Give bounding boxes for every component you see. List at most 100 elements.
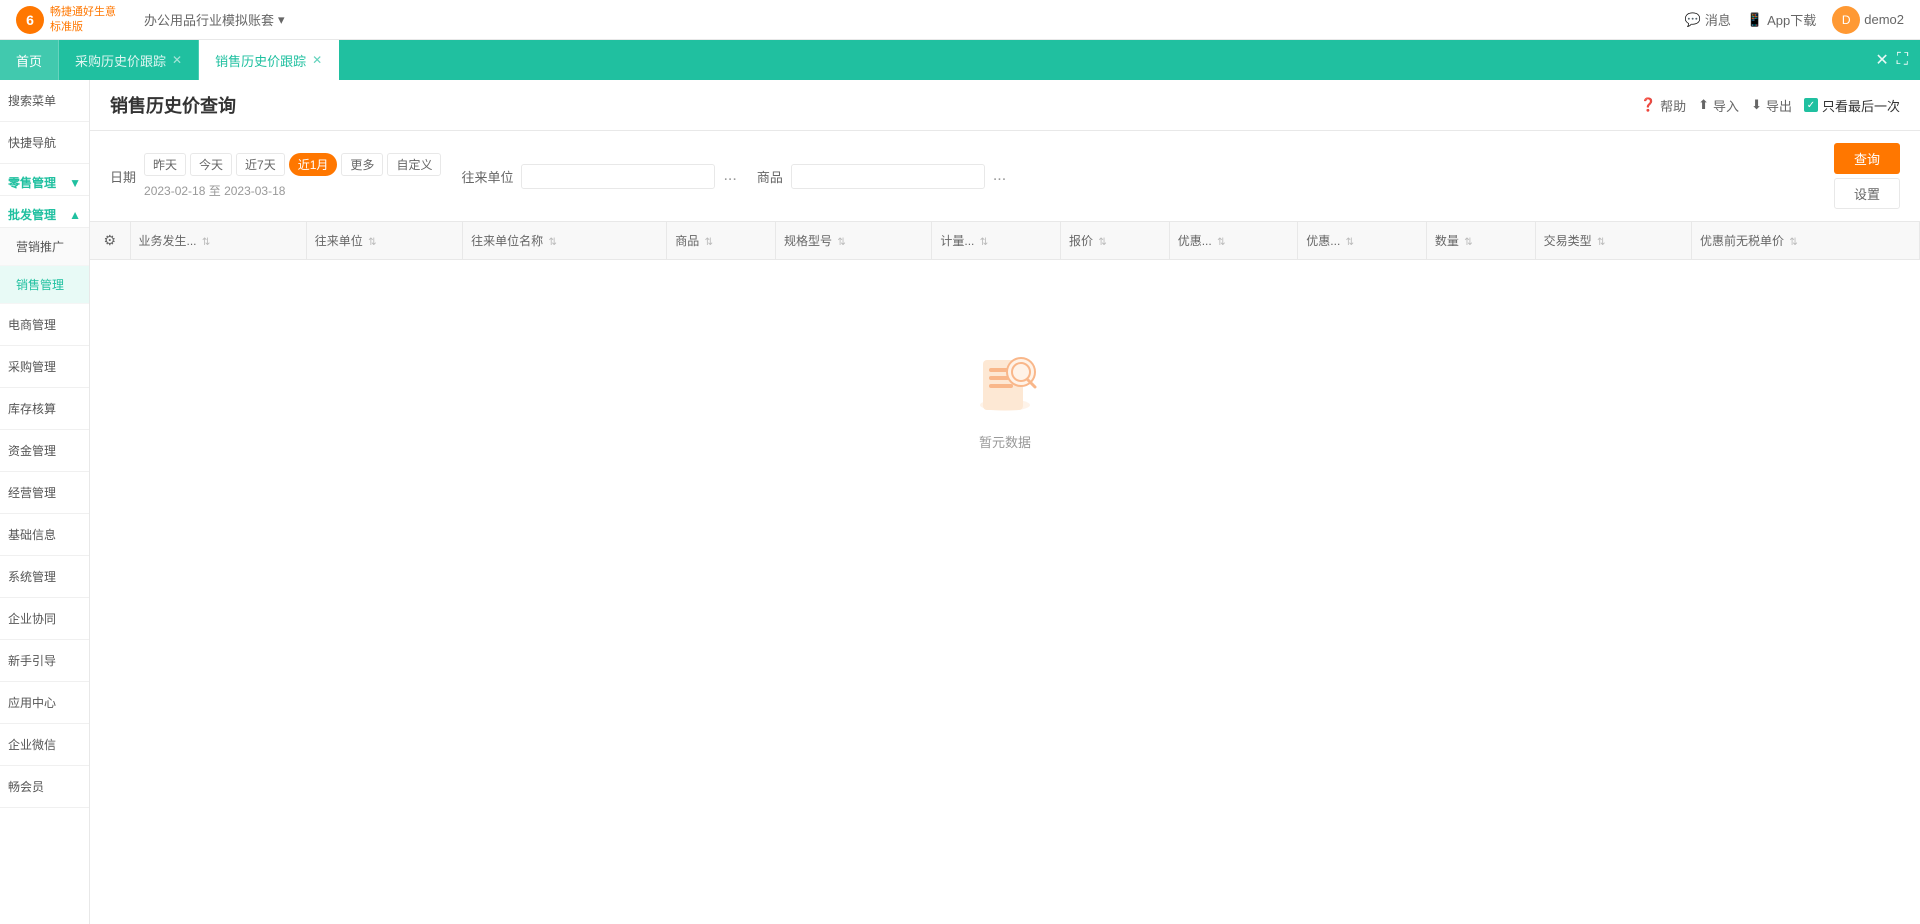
partner-filter-group: 往来单位 ... — [461, 164, 736, 189]
sidebar-item-system[interactable]: 系统管理 — [0, 556, 89, 598]
last-only-checkbox[interactable]: ✓ 只看最后一次 — [1804, 96, 1900, 115]
date-btn-today[interactable]: 今天 — [190, 153, 232, 176]
sidebar-item-sales-mgmt[interactable]: 销售管理 — [0, 266, 89, 304]
sidebar-item-purchase[interactable]: 采购管理 — [0, 346, 89, 388]
tab-home[interactable]: 首页 — [0, 40, 59, 80]
date-btn-yesterday[interactable]: 昨天 — [144, 153, 186, 176]
page-header: 销售历史价查询 ❓ 帮助 ⬆ 导入 ⬇ 导出 ✓ 只看最后一次 — [90, 80, 1920, 131]
page-actions: ❓ 帮助 ⬆ 导入 ⬇ 导出 ✓ 只看最后一次 — [1640, 96, 1900, 115]
date-btn-more[interactable]: 更多 — [341, 153, 383, 176]
col-settings[interactable]: ⚙ — [90, 222, 130, 260]
gear-icon[interactable]: ⚙ — [103, 232, 116, 248]
content-area: 销售历史价查询 ❓ 帮助 ⬆ 导入 ⬇ 导出 ✓ 只看最后一次 — [90, 80, 1920, 924]
sidebar-item-wholesale-mgmt[interactable]: 批发管理 ▲ — [0, 196, 89, 228]
sort-icon: ⇅ — [1217, 237, 1225, 248]
import-link[interactable]: ⬆ 导入 — [1698, 96, 1739, 115]
empty-illustration — [965, 340, 1045, 420]
col-quantity[interactable]: 数量 ⇅ — [1426, 222, 1535, 260]
logo-text: 畅捷通好生意 标准版 — [50, 5, 116, 34]
product-label: 商品 — [757, 167, 783, 186]
sidebar-item-marketing[interactable]: 营销推广 — [0, 228, 89, 266]
partner-label: 往来单位 — [461, 167, 513, 186]
sidebar-item-quick-nav[interactable]: 快捷导航 — [0, 122, 89, 164]
col-product[interactable]: 商品 ⇅ — [667, 222, 776, 260]
sort-icon: ⇅ — [368, 237, 376, 248]
help-icon: ❓ — [1640, 97, 1656, 113]
page-title: 销售历史价查询 — [110, 92, 236, 118]
sort-icon: ⇅ — [202, 237, 210, 248]
close-sales-tab-icon[interactable]: ✕ — [312, 53, 322, 67]
export-icon: ⬇ — [1751, 97, 1762, 113]
col-unit[interactable]: 计量... ⇅ — [932, 222, 1061, 260]
export-link[interactable]: ⬇ 导出 — [1751, 96, 1792, 115]
close-tab-button[interactable]: ✕ — [1875, 50, 1888, 70]
sidebar-item-finance[interactable]: 资金管理 — [0, 430, 89, 472]
top-bar-left: 6 畅捷通好生意 标准版 办公用品行业模拟账套 ▾ — [16, 5, 285, 34]
settings-button[interactable]: 设置 — [1834, 178, 1900, 209]
product-input[interactable] — [791, 164, 985, 189]
sidebar-item-vip[interactable]: 畅会员 — [0, 766, 89, 808]
tab-bar: 首页 采购历史价跟踪 ✕ 销售历史价跟踪 ✕ ✕ ⛶ — [0, 40, 1920, 80]
logo-area: 6 畅捷通好生意 标准版 — [16, 5, 116, 34]
sidebar-item-enterprise[interactable]: 企业协同 — [0, 598, 89, 640]
avatar: D — [1832, 6, 1860, 34]
sidebar-item-inventory[interactable]: 库存核算 — [0, 388, 89, 430]
product-filter-group: 商品 ... — [757, 164, 1006, 189]
product-dots[interactable]: ... — [993, 167, 1006, 185]
sidebar-item-operations[interactable]: 经营管理 — [0, 472, 89, 514]
checkbox-checked-icon: ✓ — [1804, 98, 1818, 112]
data-table: ⚙ 业务发生... ⇅ 往来单位 ⇅ 往来单位名称 ⇅ — [90, 222, 1920, 260]
chevron-down-icon: ▾ — [278, 12, 285, 28]
sidebar-item-wechat[interactable]: 企业微信 — [0, 724, 89, 766]
partner-dots[interactable]: ... — [723, 167, 736, 185]
tab-sales-history[interactable]: 销售历史价跟踪 ✕ — [199, 40, 339, 80]
date-buttons: 昨天 今天 近7天 近1月 更多 自定义 — [144, 153, 441, 176]
date-btn-last7days[interactable]: 近7天 — [236, 153, 285, 176]
sort-icon: ⇅ — [980, 237, 988, 248]
message-button[interactable]: 💬 消息 — [1685, 10, 1731, 29]
date-btn-last1month[interactable]: 近1月 — [289, 153, 338, 176]
col-spec[interactable]: 规格型号 ⇅ — [775, 222, 931, 260]
sidebar-item-search-menu[interactable]: 搜索菜单 — [0, 80, 89, 122]
sidebar-item-ecommerce[interactable]: 电商管理 — [0, 304, 89, 346]
chat-icon: 💬 — [1685, 12, 1701, 28]
col-biz-date[interactable]: 业务发生... ⇅ — [130, 222, 306, 260]
filter-bar: 日期 昨天 今天 近7天 近1月 更多 自定义 2023-02-18 至 202… — [90, 131, 1920, 222]
sidebar-item-basic-info[interactable]: 基础信息 — [0, 514, 89, 556]
table-container: ⚙ 业务发生... ⇅ 往来单位 ⇅ 往来单位名称 ⇅ — [90, 222, 1920, 924]
expand-button[interactable]: ⛶ — [1897, 51, 1908, 69]
app-icon: 📱 — [1747, 12, 1763, 28]
sort-icon: ⇅ — [837, 237, 845, 248]
sort-icon: ⇅ — [705, 237, 713, 248]
account-dropdown[interactable]: 办公用品行业模拟账套 ▾ — [144, 10, 285, 29]
logo-icon: 6 — [16, 6, 44, 34]
table-header: ⚙ 业务发生... ⇅ 往来单位 ⇅ 往来单位名称 ⇅ — [90, 222, 1920, 260]
app-download-button[interactable]: 📱 App下载 — [1747, 10, 1816, 29]
partner-input[interactable] — [521, 164, 715, 189]
sort-icon: ⇅ — [1597, 237, 1605, 248]
search-button[interactable]: 查询 — [1834, 143, 1900, 174]
user-menu[interactable]: D demo2 — [1832, 6, 1904, 34]
date-range-text: 2023-02-18 至 2023-03-18 — [144, 182, 441, 199]
col-trade-type[interactable]: 交易类型 ⇅ — [1535, 222, 1691, 260]
close-purchase-tab-icon[interactable]: ✕ — [172, 53, 182, 67]
col-quote[interactable]: 报价 ⇅ — [1060, 222, 1169, 260]
sidebar-item-guide[interactable]: 新手引导 — [0, 640, 89, 682]
sort-icon: ⇅ — [549, 237, 557, 248]
sort-icon: ⇅ — [1098, 237, 1106, 248]
top-bar: 6 畅捷通好生意 标准版 办公用品行业模拟账套 ▾ 💬 消息 📱 App下载 D… — [0, 0, 1920, 40]
sidebar: 搜索菜单 快捷导航 零售管理 ▼ 批发管理 ▲ 营销推广 销售管理 电商管理 采… — [0, 80, 90, 924]
col-discount-rate[interactable]: 优惠... ⇅ — [1169, 222, 1298, 260]
sidebar-item-retail-mgmt[interactable]: 零售管理 ▼ — [0, 164, 89, 196]
help-link[interactable]: ❓ 帮助 — [1640, 96, 1686, 115]
main-area: 搜索菜单 快捷导航 零售管理 ▼ 批发管理 ▲ 营销推广 销售管理 电商管理 采… — [0, 80, 1920, 924]
sidebar-item-app-center[interactable]: 应用中心 — [0, 682, 89, 724]
col-pre-discount-price[interactable]: 优惠前无税单价 ⇅ — [1692, 222, 1920, 260]
empty-text: 暂元数据 — [979, 432, 1031, 451]
tab-purchase-history[interactable]: 采购历史价跟踪 ✕ — [59, 40, 199, 80]
col-partner-code[interactable]: 往来单位 ⇅ — [306, 222, 462, 260]
col-discount-amt[interactable]: 优惠... ⇅ — [1298, 222, 1427, 260]
col-partner-name[interactable]: 往来单位名称 ⇅ — [463, 222, 667, 260]
empty-state: 暂元数据 — [90, 260, 1920, 531]
date-btn-custom[interactable]: 自定义 — [387, 153, 441, 176]
